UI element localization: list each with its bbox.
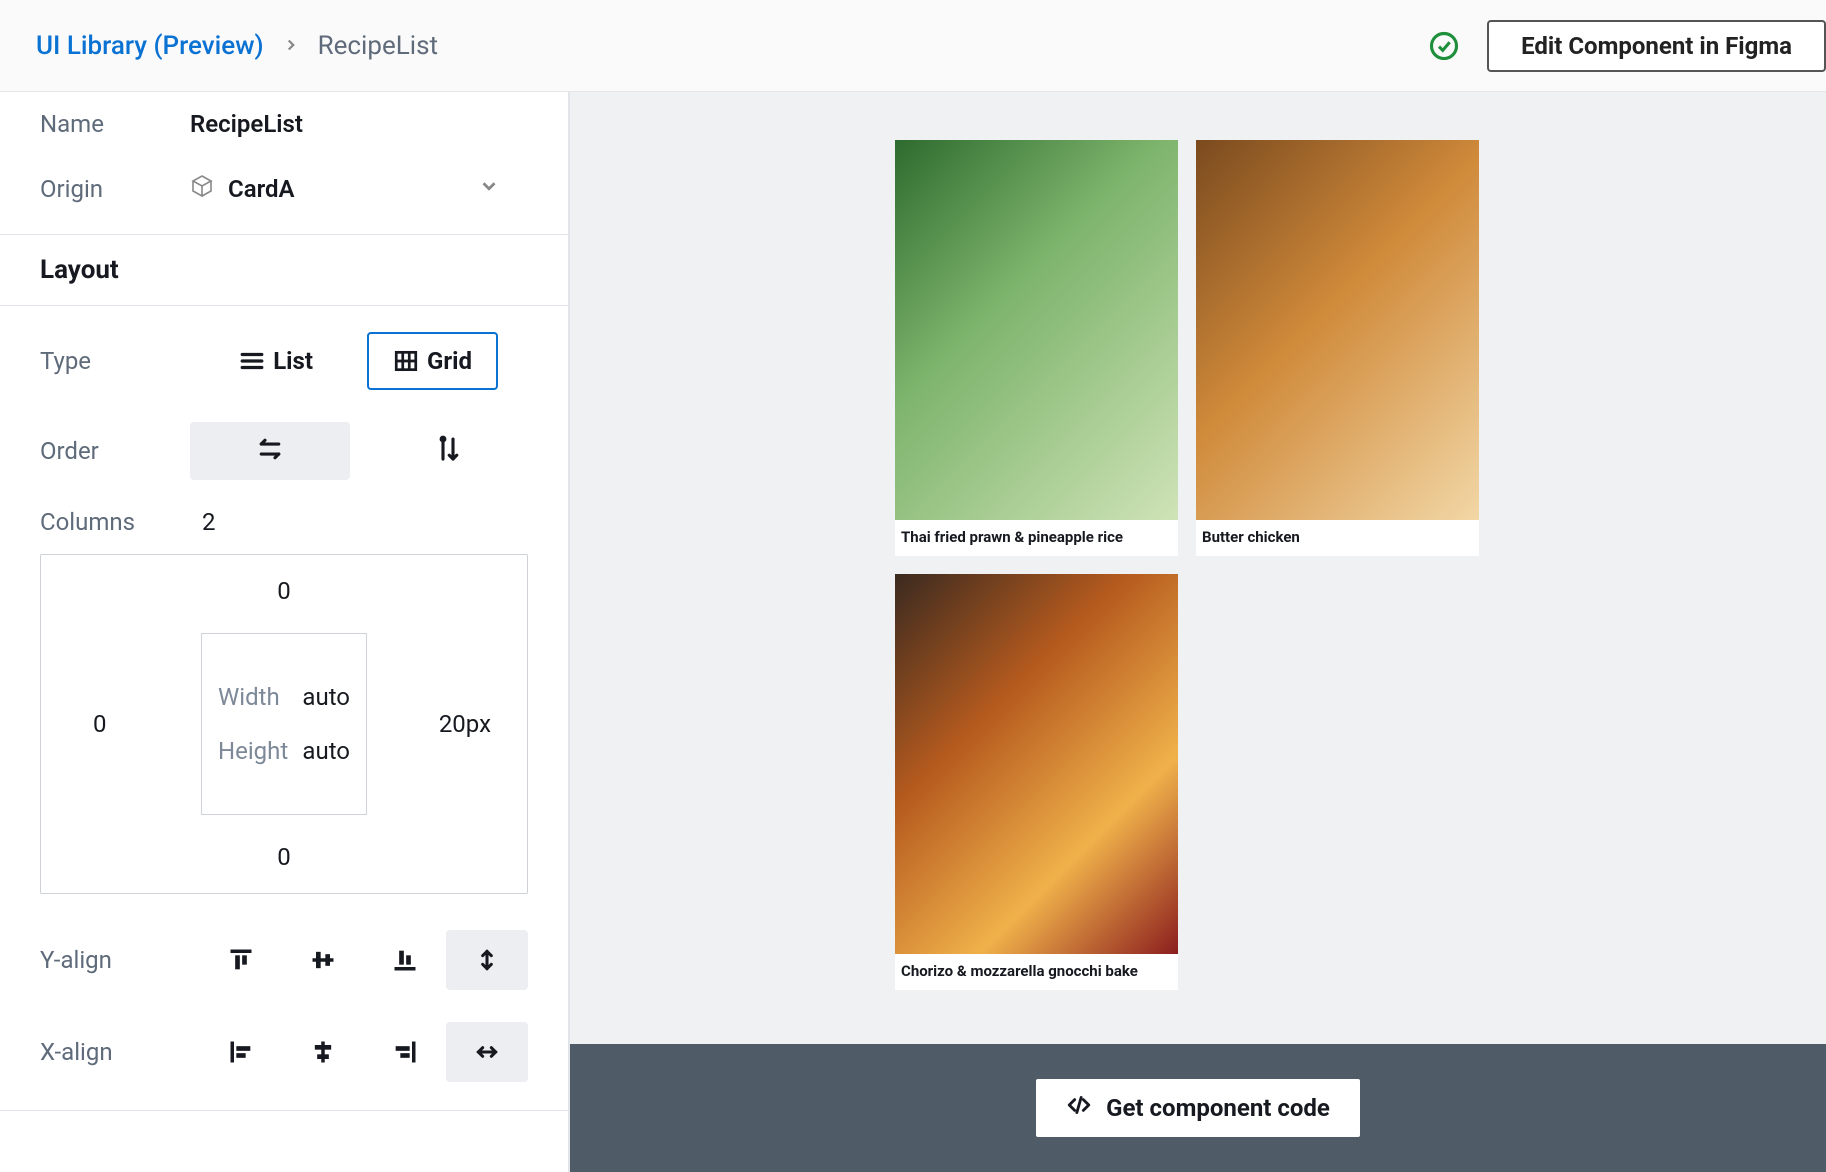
columns-row: Columns 2 (0, 502, 568, 546)
topbar: UI Library (Preview) RecipeList Edit Com… (0, 0, 1826, 92)
recipe-image (1196, 140, 1479, 520)
type-segmented: List Grid (213, 332, 498, 390)
columns-value[interactable]: 2 (202, 508, 216, 536)
yalign-stretch[interactable] (446, 930, 528, 990)
type-option-list-label: List (273, 347, 313, 375)
main: Name RecipeList Origin CardA Layout Type (0, 92, 1826, 1172)
boxmodel[interactable]: 0 0 0 20px Width auto Height auto (40, 554, 528, 894)
recipe-card[interactable]: Butter chicken (1196, 140, 1479, 556)
boxmodel-width-value[interactable]: auto (302, 683, 350, 711)
order-column-button[interactable] (368, 422, 528, 480)
xalign-left[interactable] (200, 1022, 282, 1082)
recipe-caption: Thai fried prawn & pineapple rice (895, 520, 1178, 556)
recipe-image (895, 574, 1178, 954)
status-ok-icon (1429, 31, 1459, 61)
type-option-list[interactable]: List (213, 332, 339, 390)
xalign-center[interactable] (282, 1022, 364, 1082)
chevron-down-icon (478, 175, 528, 203)
get-component-code-button[interactable]: Get component code (1036, 1079, 1360, 1137)
order-row-button[interactable] (190, 422, 350, 480)
recipe-caption: Chorizo & mozzarella gnocchi bake (895, 954, 1178, 990)
code-icon (1066, 1092, 1092, 1124)
bottombar: Get component code (570, 1044, 1826, 1172)
grid-icon (393, 348, 419, 374)
yalign-bottom[interactable] (364, 930, 446, 990)
yalign-middle[interactable] (282, 930, 364, 990)
type-label: Type (40, 347, 190, 375)
origin-value: CardA (228, 175, 295, 203)
xalign-row: X-align (0, 1006, 568, 1111)
section-layout-header: Layout (0, 234, 568, 306)
boxmodel-height-label: Height (218, 737, 288, 765)
order-row: Order (0, 412, 568, 502)
edit-in-figma-button[interactable]: Edit Component in Figma (1487, 20, 1826, 72)
xalign-stretch[interactable] (446, 1022, 528, 1082)
type-row: Type List Grid (0, 306, 568, 412)
breadcrumb-current: RecipeList (318, 31, 438, 61)
order-column-icon (433, 434, 463, 468)
order-row-icon (255, 434, 285, 468)
list-icon (239, 348, 265, 374)
order-group (190, 422, 528, 480)
origin-row[interactable]: Origin CardA (0, 156, 568, 234)
origin-label: Origin (40, 175, 190, 203)
yalign-group (200, 930, 528, 990)
xalign-label: X-align (40, 1038, 190, 1066)
type-option-grid[interactable]: Grid (367, 332, 498, 390)
xalign-right[interactable] (364, 1022, 446, 1082)
boxmodel-bottom[interactable]: 0 (41, 843, 527, 871)
get-component-code-label: Get component code (1106, 1094, 1330, 1122)
breadcrumb-root-link[interactable]: UI Library (Preview) (36, 31, 264, 61)
boxmodel-right[interactable]: 20px (439, 710, 491, 738)
recipe-caption: Butter chicken (1196, 520, 1479, 556)
boxmodel-left[interactable]: 0 (93, 710, 107, 738)
boxmodel-top[interactable]: 0 (41, 577, 527, 605)
boxmodel-inner: Width auto Height auto (201, 633, 367, 815)
order-label: Order (40, 437, 190, 465)
recipe-card[interactable]: Thai fried prawn & pineapple rice (895, 140, 1178, 556)
recipe-card[interactable]: Chorizo & mozzarella gnocchi bake (895, 574, 1178, 990)
yalign-row: Y-align (0, 914, 568, 1006)
boxmodel-width-label: Width (218, 683, 280, 711)
xalign-group (200, 1022, 528, 1082)
breadcrumb: UI Library (Preview) RecipeList (36, 31, 438, 61)
name-value: RecipeList (190, 110, 303, 138)
type-option-grid-label: Grid (427, 347, 472, 375)
recipe-grid: Thai fried prawn & pineapple rice Butter… (895, 140, 1479, 990)
canvas-area: Thai fried prawn & pineapple rice Butter… (570, 92, 1826, 1172)
yalign-label: Y-align (40, 946, 190, 974)
cube-icon (190, 174, 214, 204)
canvas[interactable]: Thai fried prawn & pineapple rice Butter… (570, 92, 1826, 1044)
origin-select[interactable]: CardA (190, 174, 528, 204)
topbar-actions: Edit Component in Figma (1429, 20, 1826, 72)
name-row: Name RecipeList (0, 92, 568, 156)
chevron-right-icon (282, 31, 300, 61)
yalign-top[interactable] (200, 930, 282, 990)
recipe-image (895, 140, 1178, 520)
boxmodel-height-value[interactable]: auto (302, 737, 350, 765)
name-label: Name (40, 110, 190, 138)
inspector-panel: Name RecipeList Origin CardA Layout Type (0, 92, 570, 1172)
columns-label: Columns (40, 508, 190, 536)
